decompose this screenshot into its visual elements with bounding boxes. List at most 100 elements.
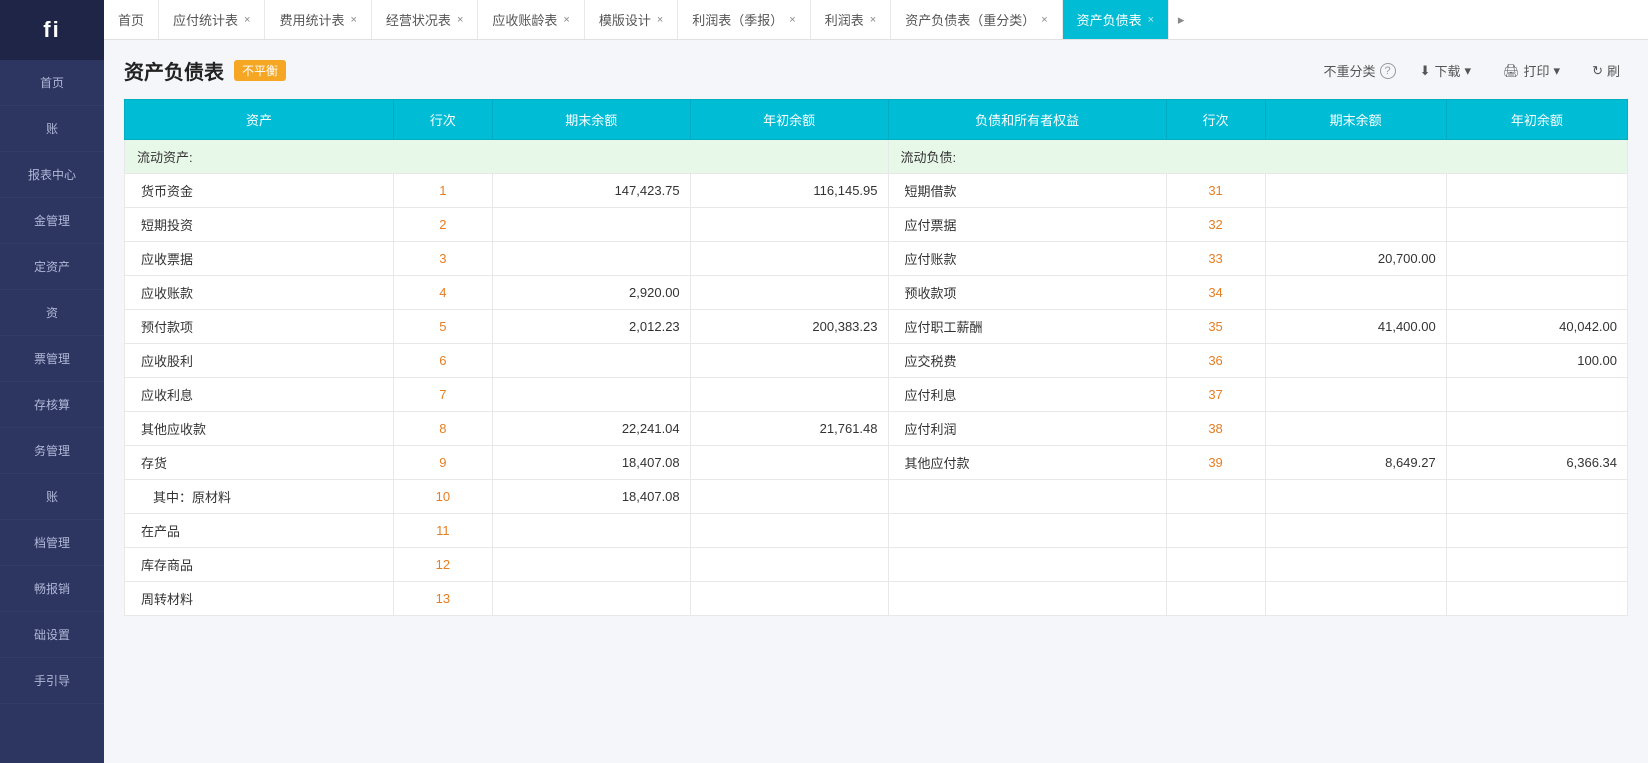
- end-balance[interactable]: 22,241.04: [492, 412, 690, 446]
- year-start-balance2[interactable]: [1446, 480, 1627, 514]
- liability-name[interactable]: [888, 514, 1166, 548]
- tab-template-design[interactable]: 模版设计 ×: [585, 0, 678, 40]
- year-start-balance[interactable]: [690, 548, 888, 582]
- year-start-balance[interactable]: [690, 480, 888, 514]
- end-balance2[interactable]: [1265, 276, 1446, 310]
- asset-name[interactable]: 应收账款: [125, 276, 394, 310]
- end-balance2[interactable]: 41,400.00: [1265, 310, 1446, 344]
- download-button[interactable]: ⬇ 下载 ▾: [1412, 57, 1479, 84]
- year-start-balance2[interactable]: 100.00: [1446, 344, 1627, 378]
- liability-name[interactable]: [888, 480, 1166, 514]
- sidebar-item-settings[interactable]: 础设置: [0, 612, 104, 658]
- print-button[interactable]: 🖨 打印 ▾: [1495, 57, 1568, 84]
- asset-name[interactable]: 在产品: [125, 514, 394, 548]
- sidebar-item-fund-mgmt[interactable]: 金管理: [0, 198, 104, 244]
- asset-name[interactable]: 应收票据: [125, 242, 394, 276]
- no-reclassify-action[interactable]: 不重分类 ?: [1324, 61, 1396, 80]
- liability-name[interactable]: [888, 582, 1166, 616]
- year-start-balance[interactable]: [690, 242, 888, 276]
- liability-name[interactable]: [888, 548, 1166, 582]
- year-start-balance2[interactable]: 6,366.34: [1446, 446, 1627, 480]
- sidebar-item-tax-mgmt[interactable]: 务管理: [0, 428, 104, 474]
- liability-name[interactable]: 其他应付款: [888, 446, 1166, 480]
- end-balance2[interactable]: [1265, 480, 1446, 514]
- tab-operations[interactable]: 经营状况表 ×: [372, 0, 478, 40]
- asset-name[interactable]: 库存商品: [125, 548, 394, 582]
- year-start-balance2[interactable]: [1446, 242, 1627, 276]
- end-balance[interactable]: [492, 548, 690, 582]
- liability-name[interactable]: 应付利息: [888, 378, 1166, 412]
- sidebar-item-home[interactable]: 首页: [0, 60, 104, 106]
- end-balance[interactable]: [492, 208, 690, 242]
- asset-name[interactable]: 货币资金: [125, 174, 394, 208]
- tab-profit[interactable]: 利润表 ×: [811, 0, 891, 40]
- end-balance[interactable]: [492, 344, 690, 378]
- year-start-balance[interactable]: [690, 208, 888, 242]
- end-balance[interactable]: [492, 378, 690, 412]
- liability-name[interactable]: 应交税费: [888, 344, 1166, 378]
- year-start-balance[interactable]: 21,761.48: [690, 412, 888, 446]
- sidebar-item-archive[interactable]: 档管理: [0, 520, 104, 566]
- asset-name[interactable]: 存货: [125, 446, 394, 480]
- end-balance2[interactable]: [1265, 344, 1446, 378]
- sidebar-item-inventory[interactable]: 存核算: [0, 382, 104, 428]
- end-balance[interactable]: [492, 242, 690, 276]
- asset-name[interactable]: 周转材料: [125, 582, 394, 616]
- close-tab-template-design[interactable]: ×: [657, 14, 663, 26]
- end-balance2[interactable]: [1265, 548, 1446, 582]
- year-start-balance[interactable]: 200,383.23: [690, 310, 888, 344]
- sidebar-item-account[interactable]: 账: [0, 106, 104, 152]
- liability-name[interactable]: 应付利润: [888, 412, 1166, 446]
- close-tab-balance-reclassify[interactable]: ×: [1041, 14, 1047, 26]
- end-balance2[interactable]: [1265, 174, 1446, 208]
- year-start-balance2[interactable]: [1446, 548, 1627, 582]
- end-balance2[interactable]: [1265, 582, 1446, 616]
- tab-balance-sheet[interactable]: 资产负债表 ×: [1063, 0, 1169, 40]
- tab-home[interactable]: 首页: [104, 0, 159, 40]
- liability-name[interactable]: 应付职工薪酬: [888, 310, 1166, 344]
- tab-ar-aging[interactable]: 应收账龄表 ×: [478, 0, 584, 40]
- close-tab-profit-quarterly[interactable]: ×: [789, 14, 795, 26]
- end-balance[interactable]: [492, 514, 690, 548]
- year-start-balance2[interactable]: [1446, 378, 1627, 412]
- year-start-balance2[interactable]: [1446, 412, 1627, 446]
- close-tab-ar-aging[interactable]: ×: [563, 14, 569, 26]
- asset-name[interactable]: 其他应收款: [125, 412, 394, 446]
- end-balance[interactable]: 147,423.75: [492, 174, 690, 208]
- year-start-balance[interactable]: [690, 344, 888, 378]
- asset-name[interactable]: 其中：原材料: [125, 480, 394, 514]
- end-balance[interactable]: [492, 582, 690, 616]
- year-start-balance2[interactable]: 40,042.00: [1446, 310, 1627, 344]
- year-start-balance[interactable]: 116,145.95: [690, 174, 888, 208]
- sidebar-item-invoice-mgmt[interactable]: 票管理: [0, 336, 104, 382]
- help-icon[interactable]: ?: [1380, 63, 1396, 79]
- end-balance2[interactable]: 20,700.00: [1265, 242, 1446, 276]
- close-tab-expense-stat[interactable]: ×: [350, 14, 356, 26]
- year-start-balance[interactable]: [690, 378, 888, 412]
- tab-payable-stat[interactable]: 应付统计表 ×: [159, 0, 265, 40]
- year-start-balance2[interactable]: [1446, 208, 1627, 242]
- sidebar-item-report-center[interactable]: 报表中心: [0, 152, 104, 198]
- year-start-balance2[interactable]: [1446, 514, 1627, 548]
- asset-name[interactable]: 应收股利: [125, 344, 394, 378]
- end-balance2[interactable]: [1265, 208, 1446, 242]
- year-start-balance[interactable]: [690, 582, 888, 616]
- sidebar-item-guide[interactable]: 手引导: [0, 658, 104, 704]
- year-start-balance[interactable]: [690, 276, 888, 310]
- year-start-balance2[interactable]: [1446, 174, 1627, 208]
- refresh-button[interactable]: ↻ 刷: [1584, 57, 1628, 84]
- liability-name[interactable]: 应付账款: [888, 242, 1166, 276]
- asset-name[interactable]: 预付款项: [125, 310, 394, 344]
- end-balance[interactable]: 2,012.23: [492, 310, 690, 344]
- close-tab-profit[interactable]: ×: [870, 14, 876, 26]
- tab-balance-reclassify[interactable]: 资产负债表（重分类） ×: [891, 0, 1062, 40]
- asset-name[interactable]: 应收利息: [125, 378, 394, 412]
- sidebar-item-ledger[interactable]: 账: [0, 474, 104, 520]
- liability-name[interactable]: 预收款项: [888, 276, 1166, 310]
- close-tab-operations[interactable]: ×: [457, 14, 463, 26]
- year-start-balance[interactable]: [690, 514, 888, 548]
- end-balance2[interactable]: 8,649.27: [1265, 446, 1446, 480]
- year-start-balance2[interactable]: [1446, 276, 1627, 310]
- tab-profit-quarterly[interactable]: 利润表（季报） ×: [678, 0, 810, 40]
- year-start-balance2[interactable]: [1446, 582, 1627, 616]
